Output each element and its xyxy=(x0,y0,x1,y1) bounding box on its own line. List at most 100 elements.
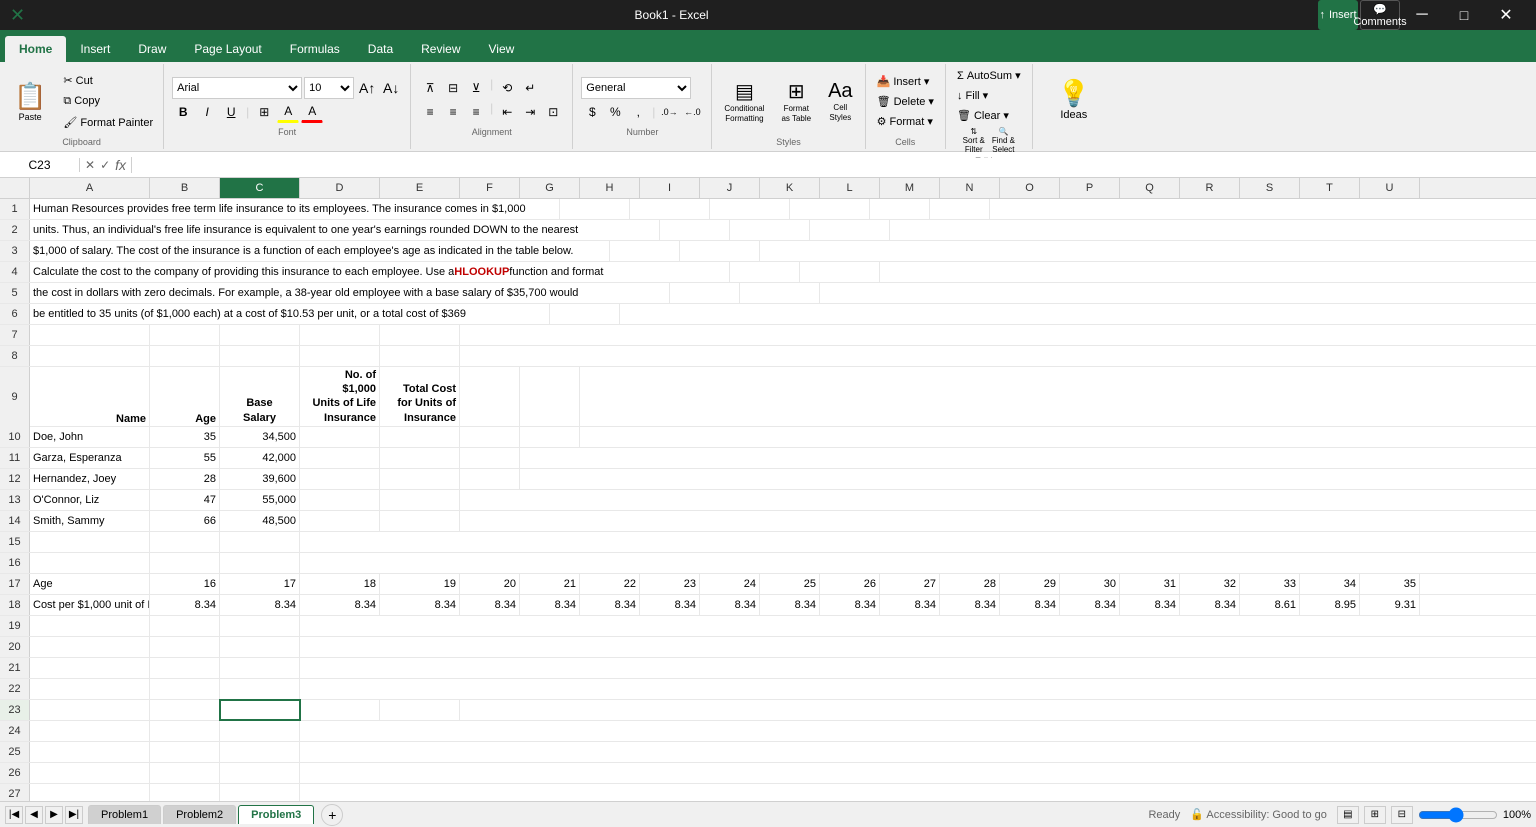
underline-button[interactable]: U xyxy=(220,101,242,123)
cell-a25[interactable] xyxy=(30,742,150,762)
cell-a27[interactable] xyxy=(30,784,150,801)
cell-g17[interactable]: 21 xyxy=(520,574,580,594)
col-header-i[interactable]: I xyxy=(640,178,700,198)
sheet-nav-prev[interactable]: ◀ xyxy=(25,806,43,824)
font-name-select[interactable]: Arial Calibri Times New Roman xyxy=(172,77,302,99)
cell-f12[interactable] xyxy=(460,469,520,489)
wrap-text-button[interactable]: ↵ xyxy=(519,77,541,99)
cell-q17[interactable]: 31 xyxy=(1120,574,1180,594)
page-break-view-button[interactable]: ⊟ xyxy=(1391,806,1413,824)
cell-m17[interactable]: 27 xyxy=(880,574,940,594)
col-header-a[interactable]: A xyxy=(30,178,150,198)
cell-a23[interactable] xyxy=(30,700,150,720)
cell-b8[interactable] xyxy=(150,346,220,366)
cell-c5[interactable] xyxy=(740,283,820,303)
cell-b16[interactable] xyxy=(150,553,220,573)
col-header-p[interactable]: P xyxy=(1060,178,1120,198)
ideas-button[interactable]: 💡 Ideas xyxy=(1048,69,1100,129)
cell-j17[interactable]: 24 xyxy=(700,574,760,594)
cell-c25[interactable] xyxy=(220,742,300,762)
cell-a15[interactable] xyxy=(30,532,150,552)
cell-e10[interactable] xyxy=(380,427,460,447)
col-header-t[interactable]: T xyxy=(1300,178,1360,198)
col-header-n[interactable]: N xyxy=(940,178,1000,198)
col-header-h[interactable]: H xyxy=(580,178,640,198)
cell-d8[interactable] xyxy=(300,346,380,366)
font-color-button[interactable]: A xyxy=(301,101,323,123)
cell-b15[interactable] xyxy=(150,532,220,552)
cell-n17[interactable]: 28 xyxy=(940,574,1000,594)
cell-c9-salary-header[interactable]: BaseSalary xyxy=(220,367,300,427)
cell-c14[interactable]: 48,500 xyxy=(220,511,300,531)
decrease-font-button[interactable]: A↓ xyxy=(380,77,402,99)
cell-b26[interactable] xyxy=(150,763,220,783)
cancel-formula-icon[interactable]: ✕ xyxy=(85,158,95,172)
cell-e13[interactable] xyxy=(380,490,460,510)
tab-home[interactable]: Home xyxy=(5,36,66,62)
cell-a9-name-header[interactable]: Name xyxy=(30,367,150,427)
cell-b25[interactable] xyxy=(150,742,220,762)
cell-d14[interactable] xyxy=(300,511,380,531)
insert-function-icon[interactable]: fx xyxy=(115,157,126,173)
fill-color-button[interactable]: A xyxy=(277,101,299,123)
col-header-b[interactable]: B xyxy=(150,178,220,198)
sheet-tab-problem2[interactable]: Problem2 xyxy=(163,805,236,824)
col-header-e[interactable]: E xyxy=(380,178,460,198)
cell-a8[interactable] xyxy=(30,346,150,366)
fill-button[interactable]: ↓ Fill ▾ xyxy=(951,86,1027,105)
cell-g1[interactable] xyxy=(930,199,990,219)
copy-button[interactable]: ⧉ Copy xyxy=(58,92,158,111)
sheet-nav-next[interactable]: ▶ xyxy=(45,806,63,824)
col-header-f[interactable]: F xyxy=(460,178,520,198)
cell-s17[interactable]: 33 xyxy=(1240,574,1300,594)
cell-a14[interactable]: Smith, Sammy xyxy=(30,511,150,531)
cell-c17[interactable]: 17 xyxy=(220,574,300,594)
spreadsheet-body[interactable]: 1 Human Resources provides free term lif… xyxy=(0,199,1536,801)
cell-e8[interactable] xyxy=(380,346,460,366)
share-button[interactable]: ↑ Insert xyxy=(1318,0,1358,30)
tab-view[interactable]: View xyxy=(475,36,529,62)
decrease-decimal-button[interactable]: ←.0 xyxy=(681,101,703,123)
close-button[interactable]: ✕ xyxy=(1486,0,1526,30)
sheet-nav-last[interactable]: ▶| xyxy=(65,806,83,824)
cell-c8[interactable] xyxy=(220,346,300,366)
bold-button[interactable]: B xyxy=(172,101,194,123)
sum-button[interactable]: Σ AutoSum ▾ xyxy=(951,66,1027,85)
merge-center-button[interactable]: ⊡ xyxy=(542,101,564,123)
cell-e9-cost-header[interactable]: Total Costfor Units ofInsurance xyxy=(380,367,460,427)
cell-a6[interactable]: be entitled to 35 units (of $1,000 each)… xyxy=(30,304,550,324)
cell-c21[interactable] xyxy=(220,658,300,678)
cell-a16[interactable] xyxy=(30,553,150,573)
cell-b27[interactable] xyxy=(150,784,220,801)
corner-header[interactable] xyxy=(0,178,30,198)
cell-k17[interactable]: 25 xyxy=(760,574,820,594)
cell-a12[interactable]: Hernandez, Joey xyxy=(30,469,150,489)
percent-format-button[interactable]: % xyxy=(604,101,626,123)
cell-a11[interactable]: Garza, Esperanza xyxy=(30,448,150,468)
formula-input[interactable] xyxy=(132,158,1536,172)
cell-a10[interactable]: Doe, John xyxy=(30,427,150,447)
cell-a5[interactable]: the cost in dollars with zero decimals. … xyxy=(30,283,670,303)
align-center-button[interactable]: ≡ xyxy=(442,101,464,123)
col-header-m[interactable]: M xyxy=(880,178,940,198)
col-header-o[interactable]: O xyxy=(1000,178,1060,198)
cell-c12[interactable]: 39,600 xyxy=(220,469,300,489)
cell-t18[interactable]: 8.95 xyxy=(1300,595,1360,615)
cell-h18[interactable]: 8.34 xyxy=(580,595,640,615)
cell-a3[interactable]: $1,000 of salary. The cost of the insura… xyxy=(30,241,610,261)
col-header-u[interactable]: U xyxy=(1360,178,1420,198)
cell-b12[interactable]: 28 xyxy=(150,469,220,489)
cell-c2[interactable] xyxy=(730,220,810,240)
cell-o18[interactable]: 8.34 xyxy=(1000,595,1060,615)
cell-g18[interactable]: 8.34 xyxy=(520,595,580,615)
maximize-button[interactable]: □ xyxy=(1444,0,1484,30)
cell-c11[interactable]: 42,000 xyxy=(220,448,300,468)
cell-p18[interactable]: 8.34 xyxy=(1060,595,1120,615)
cell-styles-button[interactable]: Aa CellStyles xyxy=(821,76,859,126)
cell-b24[interactable] xyxy=(150,721,220,741)
insert-cells-button[interactable]: 📥 Insert ▾ xyxy=(871,72,940,91)
sort-filter-button[interactable]: ⇅Sort &Filter xyxy=(961,125,987,156)
increase-indent-button[interactable]: ⇥ xyxy=(519,101,541,123)
cell-i18[interactable]: 8.34 xyxy=(640,595,700,615)
cell-g10[interactable] xyxy=(520,427,580,447)
